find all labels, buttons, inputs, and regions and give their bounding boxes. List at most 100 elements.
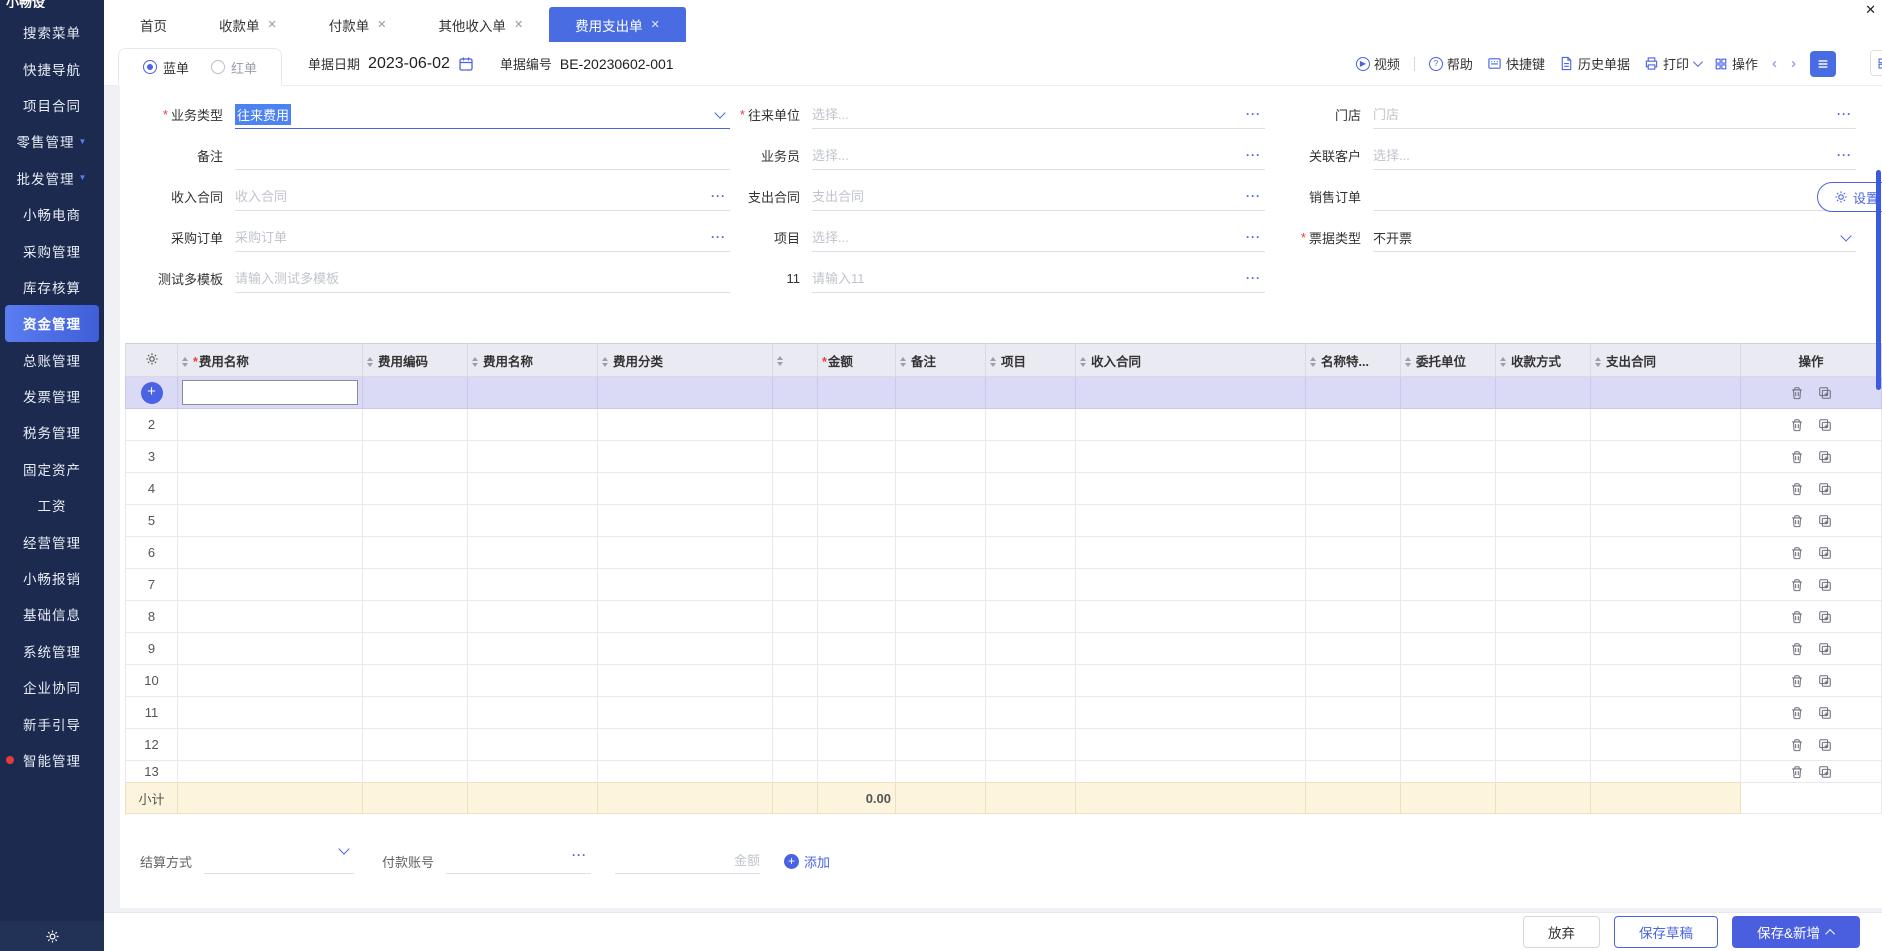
project-lookup[interactable]: ··· <box>812 223 1265 252</box>
grid-cell[interactable] <box>1590 664 1741 697</box>
more-icon[interactable]: ··· <box>1837 148 1852 162</box>
sidebar-item-15[interactable]: 小畅报销 <box>0 560 104 596</box>
sidebar-item-3[interactable]: 零售管理 ▼ <box>0 123 104 159</box>
grid-cell[interactable] <box>177 760 363 783</box>
grid-cell[interactable] <box>177 600 363 633</box>
grid-cell[interactable] <box>1075 664 1306 697</box>
table-row[interactable]: 13 <box>125 760 1882 783</box>
invoice-type-select[interactable]: 不开票 <box>1373 223 1856 252</box>
sidebar-item-10[interactable]: 发票管理 <box>0 378 104 414</box>
grid-cell[interactable] <box>985 440 1076 473</box>
grid-cell[interactable] <box>817 664 896 697</box>
delete-row-icon[interactable] <box>1790 418 1804 432</box>
grid-cell[interactable] <box>772 472 818 505</box>
grid-cell[interactable] <box>467 472 598 505</box>
sort-icon[interactable] <box>1310 357 1316 368</box>
grid-cell[interactable] <box>1495 536 1591 569</box>
tab-1[interactable]: 收款单 ✕ <box>193 7 303 42</box>
related-customer-lookup[interactable]: ··· <box>1373 141 1856 170</box>
copy-row-icon[interactable] <box>1818 738 1832 752</box>
more-icon[interactable]: ··· <box>1246 107 1261 121</box>
delete-row-icon[interactable] <box>1790 546 1804 560</box>
grid-cell[interactable] <box>985 600 1076 633</box>
income-contract-lookup[interactable]: ··· <box>235 182 730 211</box>
grid-cell[interactable] <box>1495 568 1591 601</box>
more-icon[interactable]: ··· <box>711 230 726 244</box>
partner-unit-lookup[interactable]: ··· <box>812 100 1265 129</box>
test-template-input[interactable] <box>235 270 706 286</box>
save-draft-button[interactable]: 保存草稿 <box>1613 916 1718 948</box>
table-row[interactable]: 5 <box>125 504 1882 537</box>
grid-cell[interactable] <box>1495 600 1591 633</box>
close-window-icon[interactable]: ✕ <box>1865 2 1876 18</box>
purchase-order-input[interactable] <box>235 229 706 245</box>
grid-cell[interactable] <box>1075 376 1306 409</box>
grid-cell[interactable] <box>985 664 1076 697</box>
sidebar-item-12[interactable]: 固定资产 <box>0 451 104 487</box>
delete-row-icon[interactable] <box>1790 578 1804 592</box>
grid-cell[interactable] <box>362 632 468 665</box>
grid-view-toggle[interactable] <box>1870 50 1882 76</box>
grid-cell[interactable] <box>1590 568 1741 601</box>
grid-cell[interactable] <box>177 408 363 441</box>
grid-cell[interactable] <box>1590 536 1741 569</box>
sidebar-item-9[interactable]: 总账管理 <box>0 342 104 378</box>
related-customer-input[interactable] <box>1373 147 1832 163</box>
grid-cell[interactable] <box>362 504 468 537</box>
sidebar-item-1[interactable]: 快捷导航 <box>0 50 104 86</box>
delete-row-icon[interactable] <box>1790 706 1804 720</box>
column-header[interactable]: 费用编码 <box>362 343 468 377</box>
grid-cell[interactable] <box>177 664 363 697</box>
column-header[interactable]: 委托单位 <box>1400 343 1496 377</box>
blue-doc-radio[interactable]: 蓝单 <box>143 58 189 77</box>
grid-cell[interactable] <box>1590 376 1741 409</box>
partner-unit-input[interactable] <box>812 106 1241 122</box>
tab-4[interactable]: 费用支出单 ✕ <box>549 7 686 42</box>
grid-cell[interactable] <box>1075 536 1306 569</box>
table-row[interactable]: 4 <box>125 472 1882 505</box>
grid-cell[interactable] <box>817 568 896 601</box>
grid-cell[interactable] <box>1400 440 1496 473</box>
discard-button[interactable]: 放弃 <box>1522 916 1600 948</box>
grid-cell[interactable] <box>1400 632 1496 665</box>
delete-row-icon[interactable] <box>1790 738 1804 752</box>
grid-cell[interactable] <box>772 440 818 473</box>
list-view-toggle[interactable] <box>1810 50 1836 77</box>
more-icon[interactable]: ··· <box>1246 148 1261 162</box>
grid-cell[interactable] <box>817 408 896 441</box>
project-input[interactable] <box>812 229 1241 245</box>
column-header[interactable] <box>772 343 818 377</box>
tab-2[interactable]: 付款单 ✕ <box>303 7 413 42</box>
grid-cell[interactable] <box>467 760 598 783</box>
column-header[interactable]: 费用名称 <box>467 343 598 377</box>
grid-cell[interactable] <box>985 504 1076 537</box>
grid-cell[interactable] <box>895 472 986 505</box>
grid-cell[interactable] <box>1590 632 1741 665</box>
grid-cell[interactable] <box>1075 440 1306 473</box>
grid-cell[interactable] <box>772 728 818 761</box>
grid-cell[interactable] <box>1495 472 1591 505</box>
grid-cell[interactable] <box>597 504 773 537</box>
business-type-select[interactable]: 往来费用 <box>235 100 730 129</box>
grid-cell[interactable] <box>467 536 598 569</box>
grid-cell[interactable] <box>362 664 468 697</box>
video-button[interactable]: ▶ 视频 <box>1355 54 1400 73</box>
grid-cell[interactable] <box>1590 760 1741 783</box>
grid-cell[interactable] <box>467 408 598 441</box>
settlement-amount-input[interactable] <box>615 848 761 873</box>
remark-field[interactable] <box>235 141 730 170</box>
sort-icon[interactable] <box>990 357 996 368</box>
sort-icon[interactable] <box>367 357 373 368</box>
grid-cell[interactable] <box>1495 376 1591 409</box>
grid-cell[interactable] <box>895 600 986 633</box>
close-tab-icon[interactable]: ✕ <box>268 18 277 31</box>
grid-cell[interactable] <box>772 568 818 601</box>
sidebar-item-17[interactable]: 系统管理 <box>0 633 104 669</box>
sort-icon[interactable] <box>1500 357 1506 368</box>
add-settlement-button[interactable]: + 添加 <box>784 852 830 871</box>
grid-cell[interactable] <box>1590 696 1741 729</box>
grid-cell[interactable] <box>362 600 468 633</box>
add-row-button[interactable]: + <box>140 381 163 404</box>
grid-cell[interactable] <box>1400 600 1496 633</box>
sidebar-item-7[interactable]: 库存核算 <box>0 269 104 305</box>
